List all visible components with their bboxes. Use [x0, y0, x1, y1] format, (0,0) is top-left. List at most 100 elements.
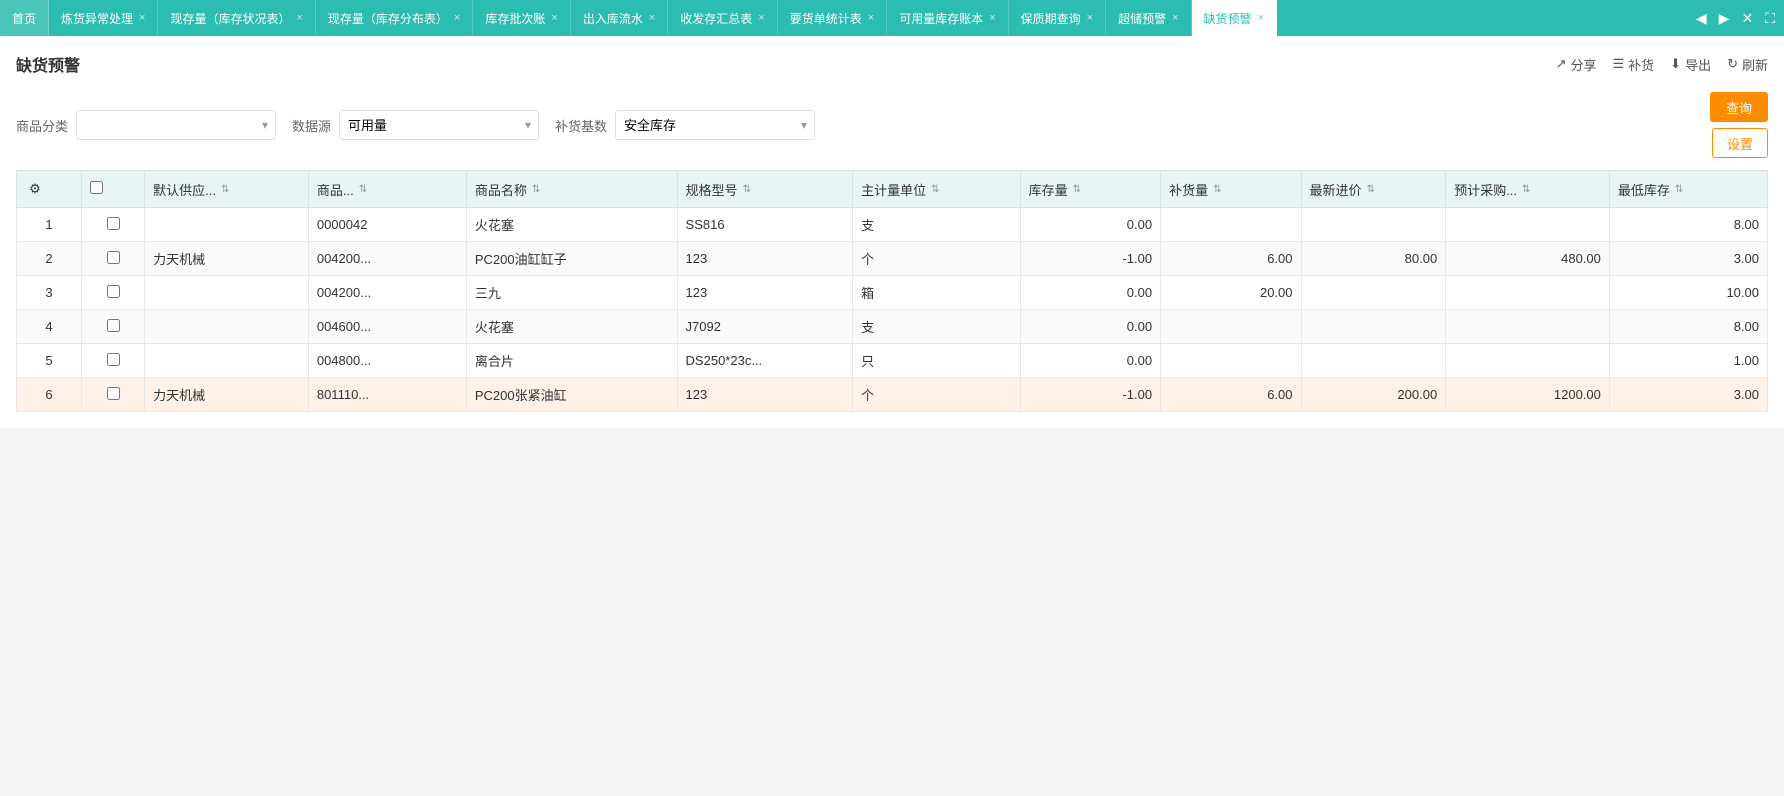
stock-sort-icon[interactable]: ⇅: [1073, 184, 1081, 195]
th-price: 最新进价 ⇅: [1301, 171, 1446, 208]
price-sort-icon[interactable]: ⇅: [1367, 184, 1375, 195]
select-all-checkbox[interactable]: [90, 181, 103, 194]
th-settings: ⚙: [17, 171, 82, 208]
row-checkbox[interactable]: [107, 353, 120, 366]
tab-order-stat[interactable]: 要货单统计表 ×: [778, 0, 887, 36]
row-name: 火花塞: [466, 310, 677, 344]
tab-collect-close[interactable]: ×: [758, 12, 764, 24]
row-minstock: 8.00: [1609, 310, 1767, 344]
tab-expand-button[interactable]: ⛶: [1760, 8, 1780, 29]
tab-abnormal[interactable]: 炼货异常处理 ×: [49, 0, 158, 36]
minstock-sort-icon[interactable]: ⇅: [1675, 184, 1683, 195]
tab-overstock-close[interactable]: ×: [1172, 12, 1178, 24]
row-no: 6: [17, 378, 82, 412]
tab-batch-close[interactable]: ×: [551, 12, 557, 24]
unit-sort-icon[interactable]: ⇅: [931, 184, 939, 195]
replenish-label: 补货基数: [555, 116, 607, 135]
row-stock: -1.00: [1020, 378, 1160, 412]
row-no: 2: [17, 242, 82, 276]
tab-collect[interactable]: 收发存汇总表 ×: [668, 0, 777, 36]
tab-expiry[interactable]: 保质期查询 ×: [1009, 0, 1106, 36]
page-content: 缺货预警 ↗ 分享 ☰ 补货 ⬇ 导出 ↻ 刷新 商品分类: [0, 36, 1784, 428]
tab-expiry-close[interactable]: ×: [1087, 12, 1093, 24]
row-name: PC200张紧油缸: [466, 378, 677, 412]
share-button[interactable]: ↗ 分享: [1556, 55, 1597, 74]
replenish-filter-group: 补货基数 安全库存: [555, 110, 815, 140]
row-no: 4: [17, 310, 82, 344]
row-checkbox[interactable]: [107, 285, 120, 298]
tab-inventory-status-close[interactable]: ×: [296, 12, 302, 24]
query-button[interactable]: 查询: [1710, 92, 1768, 122]
purchase-sort-icon[interactable]: ⇅: [1522, 184, 1530, 195]
tab-shortage-close[interactable]: ×: [1258, 12, 1264, 24]
tab-inventory-status[interactable]: 现存量（库存状况表） ×: [158, 0, 315, 36]
tab-prev-button[interactable]: ◀: [1691, 8, 1712, 29]
row-no: 3: [17, 276, 82, 310]
table-row: 2 力天机械 004200... PC200油缸缸子 123 个 -1.00 6…: [17, 242, 1768, 276]
row-replen: 20.00: [1161, 276, 1301, 310]
datasource-select-wrapper: 可用量: [339, 110, 539, 140]
row-minstock: 3.00: [1609, 242, 1767, 276]
table-body: 1 0000042 火花塞 SS816 支 0.00 8.00 2 力天机械 0…: [17, 208, 1768, 412]
row-code: 004200...: [308, 276, 466, 310]
tab-overstock[interactable]: 超储预警 ×: [1106, 0, 1191, 36]
tab-batch[interactable]: 库存批次账 ×: [473, 0, 570, 36]
tab-inout-flow[interactable]: 出入库流水 ×: [571, 0, 668, 36]
row-checkbox-cell: [81, 242, 144, 276]
row-unit: 个: [853, 242, 1021, 276]
tab-inout-flow-close[interactable]: ×: [649, 12, 655, 24]
tab-close-all-button[interactable]: ✕: [1736, 8, 1758, 29]
row-supplier: [145, 310, 309, 344]
tab-avail-ledger[interactable]: 可用量库存账本 ×: [887, 0, 1008, 36]
tab-home[interactable]: 首页: [0, 0, 49, 36]
row-price: [1301, 208, 1446, 242]
row-supplier: [145, 276, 309, 310]
column-settings-icon[interactable]: ⚙: [25, 179, 45, 199]
row-purchase: [1446, 310, 1610, 344]
refresh-button[interactable]: ↻ 刷新: [1727, 55, 1768, 74]
tab-inventory-dist-close[interactable]: ×: [454, 12, 460, 24]
export-button[interactable]: ⬇ 导出: [1670, 55, 1711, 74]
tab-next-button[interactable]: ▶: [1714, 8, 1735, 29]
page-title: 缺货预警: [16, 52, 80, 76]
row-name: 火花塞: [466, 208, 677, 242]
row-code: 004600...: [308, 310, 466, 344]
row-minstock: 1.00: [1609, 344, 1767, 378]
row-checkbox[interactable]: [107, 251, 120, 264]
th-spec: 规格型号 ⇅: [677, 171, 853, 208]
row-checkbox[interactable]: [107, 319, 120, 332]
tab-order-stat-close[interactable]: ×: [868, 12, 874, 24]
replenish-button[interactable]: ☰ 补货: [1612, 55, 1654, 74]
th-name: 商品名称 ⇅: [466, 171, 677, 208]
row-minstock: 3.00: [1609, 378, 1767, 412]
row-name: 离合片: [466, 344, 677, 378]
replenish-select-wrapper: 安全库存: [615, 110, 815, 140]
row-spec: 123: [677, 242, 853, 276]
settings-button[interactable]: 设置: [1712, 128, 1768, 158]
spec-sort-icon[interactable]: ⇅: [743, 184, 751, 195]
replenish-icon: ☰: [1612, 56, 1624, 72]
row-code: 801110...: [308, 378, 466, 412]
row-unit: 只: [853, 344, 1021, 378]
supplier-sort-icon[interactable]: ⇅: [221, 184, 229, 195]
row-spec: SS816: [677, 208, 853, 242]
datasource-select[interactable]: 可用量: [339, 110, 539, 140]
row-no: 5: [17, 344, 82, 378]
th-checkbox: [81, 171, 144, 208]
code-sort-icon[interactable]: ⇅: [359, 184, 367, 195]
data-table: ⚙ 默认供应... ⇅ 商品... ⇅: [16, 170, 1768, 412]
tab-abnormal-close[interactable]: ×: [139, 12, 145, 24]
name-sort-icon[interactable]: ⇅: [532, 184, 540, 195]
row-spec: DS250*23c...: [677, 344, 853, 378]
tab-inventory-dist[interactable]: 现存量（库存分布表） ×: [316, 0, 473, 36]
category-select[interactable]: [76, 110, 276, 140]
row-stock: 0.00: [1020, 208, 1160, 242]
tab-avail-ledger-close[interactable]: ×: [989, 12, 995, 24]
row-spec: 123: [677, 378, 853, 412]
replenish-select[interactable]: 安全库存: [615, 110, 815, 140]
row-checkbox[interactable]: [107, 217, 120, 230]
table-header-row: ⚙ 默认供应... ⇅ 商品... ⇅: [17, 171, 1768, 208]
row-checkbox[interactable]: [107, 387, 120, 400]
tab-shortage[interactable]: 缺货预警 ×: [1192, 0, 1277, 36]
replen-sort-icon[interactable]: ⇅: [1213, 184, 1221, 195]
